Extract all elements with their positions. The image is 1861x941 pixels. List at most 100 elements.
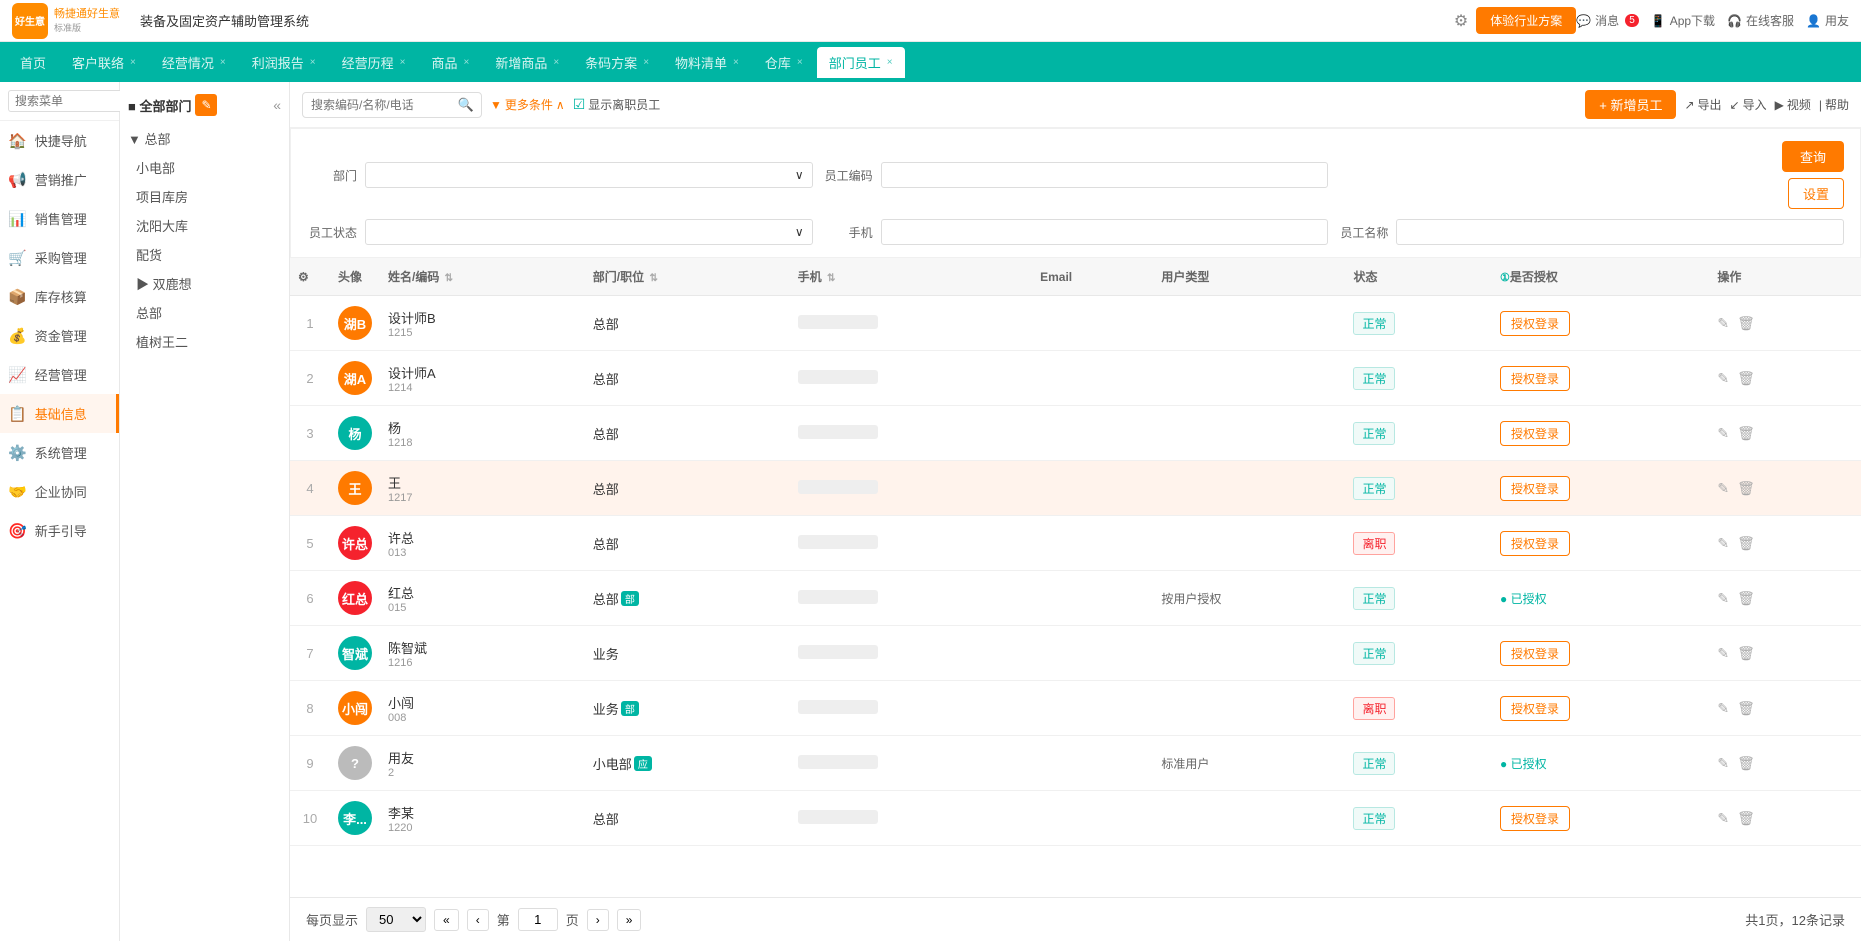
tab-close-icon[interactable]: ×	[733, 57, 739, 68]
nav-tab-部门员工[interactable]: 部门员工 ×	[817, 47, 905, 78]
phone-input[interactable]	[881, 219, 1329, 245]
dept-item[interactable]: 植树王二	[120, 327, 289, 356]
dept-item[interactable]: ▶ 双鹿想	[120, 269, 289, 298]
edit-icon[interactable]: ✎	[1717, 370, 1729, 387]
th-settings[interactable]: ⚙	[290, 258, 330, 296]
tab-close-icon[interactable]: ×	[887, 57, 893, 68]
settings-button[interactable]: 设置	[1788, 178, 1844, 209]
last-page-button[interactable]: »	[617, 909, 642, 931]
edit-icon[interactable]: ✎	[1717, 755, 1729, 772]
nav-tab-新增商品[interactable]: 新增商品 ×	[483, 47, 571, 78]
page-size-select[interactable]: 50 20 100	[366, 907, 426, 932]
th-dept[interactable]: 部门/职位 ⇅	[585, 258, 790, 296]
next-page-button[interactable]: ›	[587, 909, 609, 931]
edit-icon[interactable]: ✎	[1717, 425, 1729, 442]
trial-button[interactable]: 体验行业方案	[1476, 7, 1576, 34]
tab-close-icon[interactable]: ×	[400, 57, 406, 68]
dept-filter-select[interactable]: ∨	[365, 162, 813, 188]
search-input[interactable]	[302, 92, 482, 118]
delete-icon[interactable]: 🗑	[1737, 810, 1755, 827]
delete-icon[interactable]: 🗑	[1737, 480, 1755, 497]
dept-item[interactable]: 沈阳大库	[120, 211, 289, 240]
sidenav-item-经营管理[interactable]: 📈经营管理	[0, 355, 119, 394]
tab-close-icon[interactable]: ×	[220, 57, 226, 68]
auth-login-button[interactable]: 授权登录	[1500, 311, 1570, 336]
sort-phone-icon[interactable]: ⇅	[827, 273, 835, 284]
sort-dept-icon[interactable]: ⇅	[649, 273, 657, 284]
import-button[interactable]: ↙ 导入	[1730, 96, 1767, 113]
nav-tab-条码方案[interactable]: 条码方案 ×	[573, 47, 661, 78]
export-button[interactable]: ↗ 导出	[1684, 96, 1721, 113]
delete-icon[interactable]: 🗑	[1737, 700, 1755, 717]
delete-icon[interactable]: 🗑	[1737, 755, 1755, 772]
edit-icon[interactable]: ✎	[1717, 645, 1729, 662]
sidenav-item-资金管理[interactable]: 💰资金管理	[0, 316, 119, 355]
nav-tab-客户联络[interactable]: 客户联络 ×	[60, 47, 148, 78]
nav-tab-经营历程[interactable]: 经营历程 ×	[330, 47, 418, 78]
sidenav-item-快捷导航[interactable]: 🏠快捷导航	[0, 121, 119, 160]
gear-icon[interactable]: ⚙	[1454, 11, 1468, 31]
delete-icon[interactable]: 🗑	[1737, 535, 1755, 552]
sidenav-item-新手引导[interactable]: 🎯新手引导	[0, 511, 119, 550]
tab-close-icon[interactable]: ×	[463, 57, 469, 68]
delete-icon[interactable]: 🗑	[1737, 315, 1755, 332]
prev-page-button[interactable]: ‹	[467, 909, 489, 931]
tab-close-icon[interactable]: ×	[130, 57, 136, 68]
message-button[interactable]: 💬 消息 5	[1576, 12, 1639, 29]
auth-login-button[interactable]: 授权登录	[1500, 696, 1570, 721]
nav-tab-首页[interactable]: 首页	[8, 47, 58, 78]
app-download-button[interactable]: 📱 App下载	[1651, 12, 1715, 29]
edit-icon[interactable]: ✎	[1717, 535, 1729, 552]
more-filter-button[interactable]: ▼ 更多条件 ∧	[490, 96, 565, 113]
auth-login-button[interactable]: 授权登录	[1500, 531, 1570, 556]
auth-login-button[interactable]: 授权登录	[1500, 476, 1570, 501]
view-button[interactable]: ▶ 视频	[1775, 96, 1811, 113]
auth-login-button[interactable]: 授权登录	[1500, 421, 1570, 446]
add-employee-button[interactable]: + 新增员工	[1585, 90, 1676, 119]
auth-login-button[interactable]: 授权登录	[1500, 806, 1570, 831]
tab-close-icon[interactable]: ×	[310, 57, 316, 68]
help-button[interactable]: | 帮助	[1819, 96, 1849, 113]
page-number-input[interactable]	[518, 908, 558, 931]
nav-tab-物料清单[interactable]: 物料清单 ×	[663, 47, 751, 78]
th-phone[interactable]: 手机 ⇅	[790, 258, 1033, 296]
dept-item[interactable]: 总部	[120, 298, 289, 327]
delete-icon[interactable]: 🗑	[1737, 425, 1755, 442]
sidenav-item-系统管理[interactable]: ⚙️系统管理	[0, 433, 119, 472]
first-page-button[interactable]: «	[434, 909, 459, 931]
nav-tab-经营情况[interactable]: 经营情况 ×	[150, 47, 238, 78]
dept-item[interactable]: 项目库房	[120, 182, 289, 211]
dept-collapse-button[interactable]: «	[273, 97, 281, 113]
nav-tab-仓库[interactable]: 仓库 ×	[753, 47, 815, 78]
sidenav-item-企业协同[interactable]: 🤝企业协同	[0, 472, 119, 511]
sort-name-icon[interactable]: ⇅	[445, 273, 453, 284]
sidenav-item-基础信息[interactable]: 📋基础信息	[0, 394, 119, 433]
delete-icon[interactable]: 🗑	[1737, 645, 1755, 662]
nav-tab-利润报告[interactable]: 利润报告 ×	[240, 47, 328, 78]
auth-login-button[interactable]: 授权登录	[1500, 641, 1570, 666]
user-menu-button[interactable]: 👤 用友	[1806, 12, 1849, 29]
sidenav-item-库存核算[interactable]: 📦库存核算	[0, 277, 119, 316]
emp-code-input[interactable]	[881, 162, 1329, 188]
sidenav-item-营销推广[interactable]: 📢营销推广	[0, 160, 119, 199]
tab-close-icon[interactable]: ×	[553, 57, 559, 68]
edit-icon[interactable]: ✎	[1717, 480, 1729, 497]
dept-edit-button[interactable]: ✎	[195, 94, 217, 116]
edit-icon[interactable]: ✎	[1717, 810, 1729, 827]
sidenav-item-采购管理[interactable]: 🛒采购管理	[0, 238, 119, 277]
delete-icon[interactable]: 🗑	[1737, 590, 1755, 607]
th-name[interactable]: 姓名/编码 ⇅	[380, 258, 585, 296]
emp-name-input[interactable]	[1396, 219, 1844, 245]
edit-icon[interactable]: ✎	[1717, 315, 1729, 332]
delete-icon[interactable]: 🗑	[1737, 370, 1755, 387]
show-resigned-toggle[interactable]: ☑ 显示离职员工	[573, 96, 661, 113]
nav-tab-商品[interactable]: 商品 ×	[419, 47, 481, 78]
dept-item[interactable]: 小电部	[120, 153, 289, 182]
sidenav-item-销售管理[interactable]: 📊销售管理	[0, 199, 119, 238]
tab-close-icon[interactable]: ×	[797, 57, 803, 68]
dept-item[interactable]: ▼ 总部	[120, 124, 289, 153]
tab-close-icon[interactable]: ×	[643, 57, 649, 68]
emp-status-select[interactable]: ∨	[365, 219, 813, 245]
query-button[interactable]: 查询	[1782, 141, 1844, 172]
dept-item[interactable]: 配货	[120, 240, 289, 269]
